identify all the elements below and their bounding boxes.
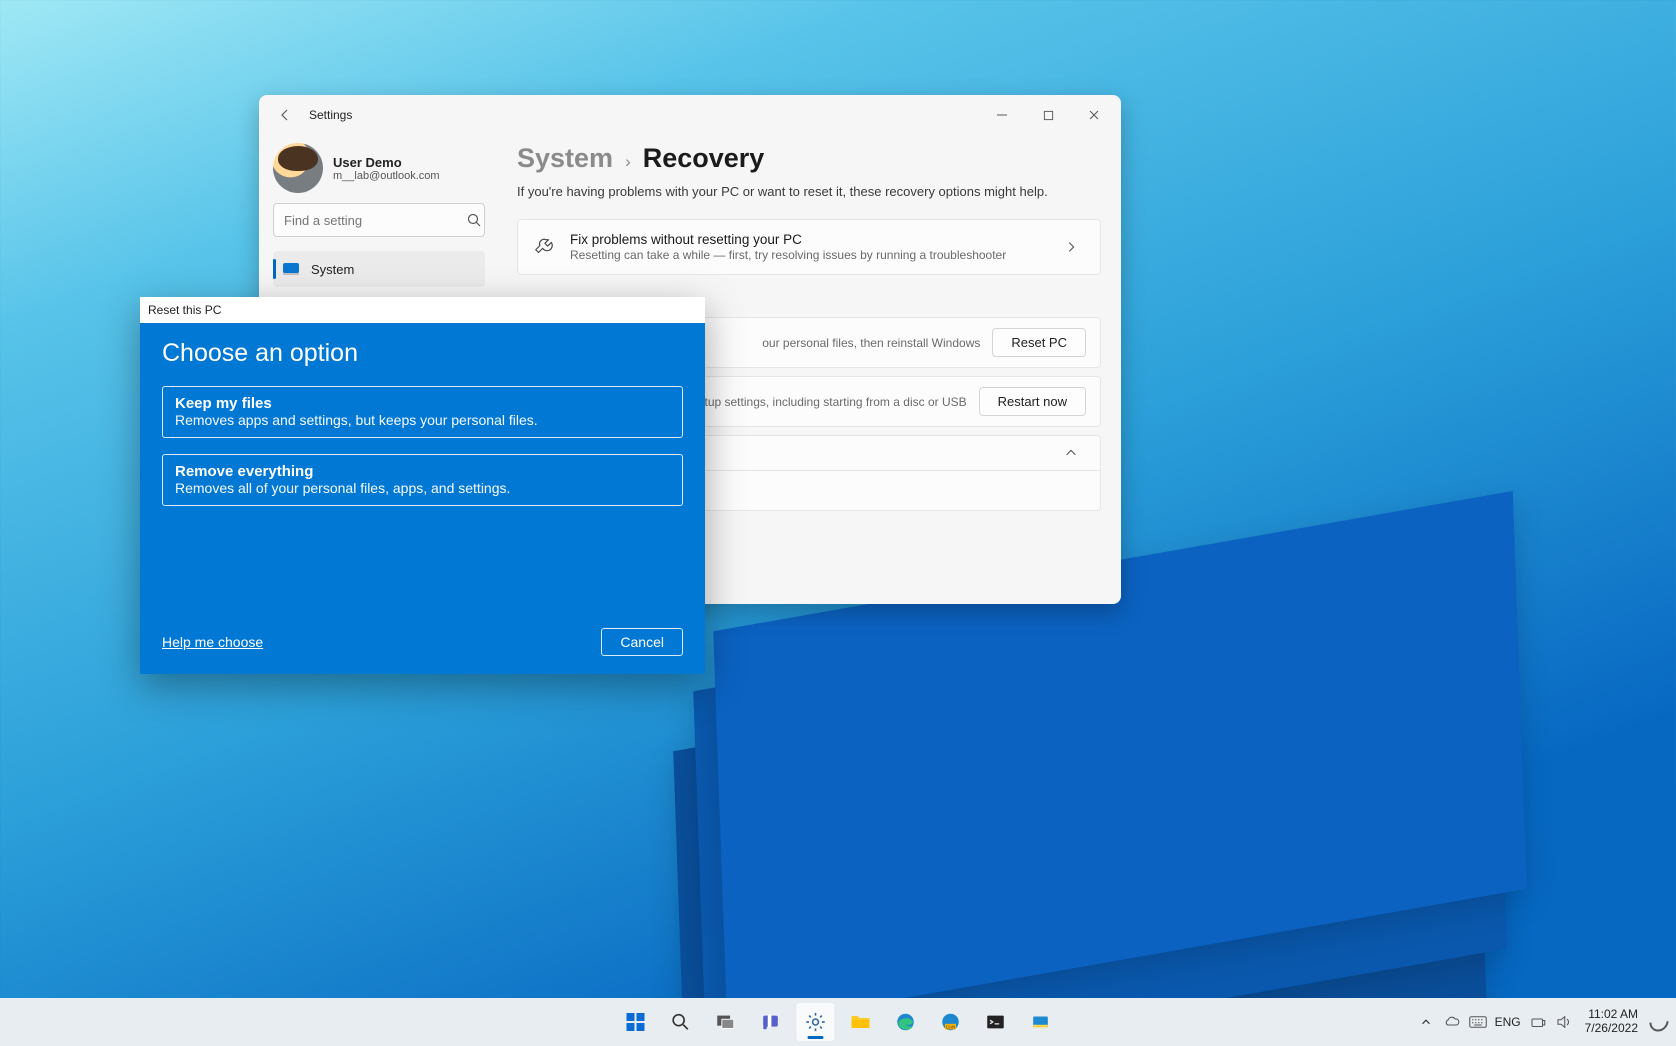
breadcrumb-parent[interactable]: System — [517, 143, 613, 174]
taskbar-center: CAN — [616, 1002, 1061, 1042]
back-button[interactable] — [273, 103, 297, 127]
selection-indicator — [273, 259, 276, 279]
search-input[interactable] — [284, 213, 460, 228]
tray-chevron-icon[interactable] — [1417, 1013, 1435, 1031]
close-button[interactable] — [1071, 97, 1117, 133]
maximize-button[interactable] — [1025, 97, 1071, 133]
file-explorer-icon[interactable] — [841, 1002, 881, 1042]
clock[interactable]: 11:02 AM 7/26/2022 — [1581, 1008, 1642, 1036]
system-tray: ENG 11:02 AM 7/26/2022 — [1417, 1008, 1668, 1036]
option-title: Remove everything — [175, 463, 670, 480]
task-view-icon[interactable] — [706, 1002, 746, 1042]
troubleshooter-card[interactable]: Fix problems without resetting your PC R… — [517, 219, 1101, 275]
settings-app-icon[interactable] — [796, 1002, 836, 1042]
system-icon — [283, 263, 299, 275]
user-email: m__lab@outlook.com — [333, 170, 440, 182]
user-block[interactable]: User Demo m__lab@outlook.com — [273, 141, 485, 203]
search-input-wrap[interactable] — [273, 203, 485, 237]
option-subtitle: Removes all of your personal files, apps… — [175, 480, 670, 496]
network-icon[interactable] — [1529, 1013, 1547, 1031]
dialog-heading: Choose an option — [162, 339, 683, 368]
taskbar: CAN ENG 11:02 AM 7/26/2022 — [0, 998, 1676, 1046]
sidebar-item-system[interactable]: System — [273, 251, 485, 287]
chevron-up-icon — [1056, 446, 1086, 460]
notifications-icon[interactable] — [1650, 1013, 1668, 1031]
reset-pc-button[interactable]: Reset PC — [992, 328, 1086, 357]
window-title: Settings — [309, 108, 352, 122]
language-indicator[interactable]: ENG — [1495, 1015, 1521, 1029]
onedrive-icon[interactable] — [1443, 1013, 1461, 1031]
page-title: Recovery — [643, 143, 765, 174]
intro-text: If you're having problems with your PC o… — [517, 184, 1101, 199]
search-icon[interactable] — [661, 1002, 701, 1042]
breadcrumb: System › Recovery — [517, 143, 1101, 174]
avatar — [273, 143, 323, 193]
volume-icon[interactable] — [1555, 1013, 1573, 1031]
edge-icon[interactable] — [886, 1002, 926, 1042]
keyboard-icon[interactable] — [1469, 1013, 1487, 1031]
titlebar: Settings — [259, 95, 1121, 135]
sidebar-item-label: System — [311, 262, 354, 277]
dialog-title: Reset this PC — [140, 297, 705, 323]
option-subtitle: Removes apps and settings, but keeps you… — [175, 412, 670, 428]
time-text: 11:02 AM — [1585, 1008, 1638, 1022]
svg-text:CAN: CAN — [946, 1024, 956, 1029]
option-keep-files[interactable]: Keep my files Removes apps and settings,… — [162, 386, 683, 438]
terminal-icon[interactable] — [976, 1002, 1016, 1042]
minimize-button[interactable] — [979, 97, 1025, 133]
option-title: Keep my files — [175, 395, 670, 412]
option-remove-everything[interactable]: Remove everything Removes all of your pe… — [162, 454, 683, 506]
wrench-icon — [532, 235, 556, 259]
reset-dialog: Reset this PC Choose an option Keep my f… — [140, 297, 705, 674]
cancel-button[interactable]: Cancel — [601, 628, 683, 656]
edge-canary-icon[interactable]: CAN — [931, 1002, 971, 1042]
restart-now-button[interactable]: Restart now — [979, 387, 1086, 416]
card-subtitle: Resetting can take a while — first, try … — [570, 248, 1042, 262]
app-icon[interactable] — [1021, 1002, 1061, 1042]
start-button[interactable] — [616, 1002, 656, 1042]
chevron-right-icon: › — [625, 152, 631, 172]
chevron-right-icon — [1056, 240, 1086, 254]
chat-icon[interactable] — [751, 1002, 791, 1042]
card-title: Fix problems without resetting your PC — [570, 232, 1042, 247]
help-me-choose-link[interactable]: Help me choose — [162, 634, 263, 650]
date-text: 7/26/2022 — [1585, 1022, 1638, 1036]
search-icon — [466, 212, 482, 228]
user-name: User Demo — [333, 155, 440, 170]
